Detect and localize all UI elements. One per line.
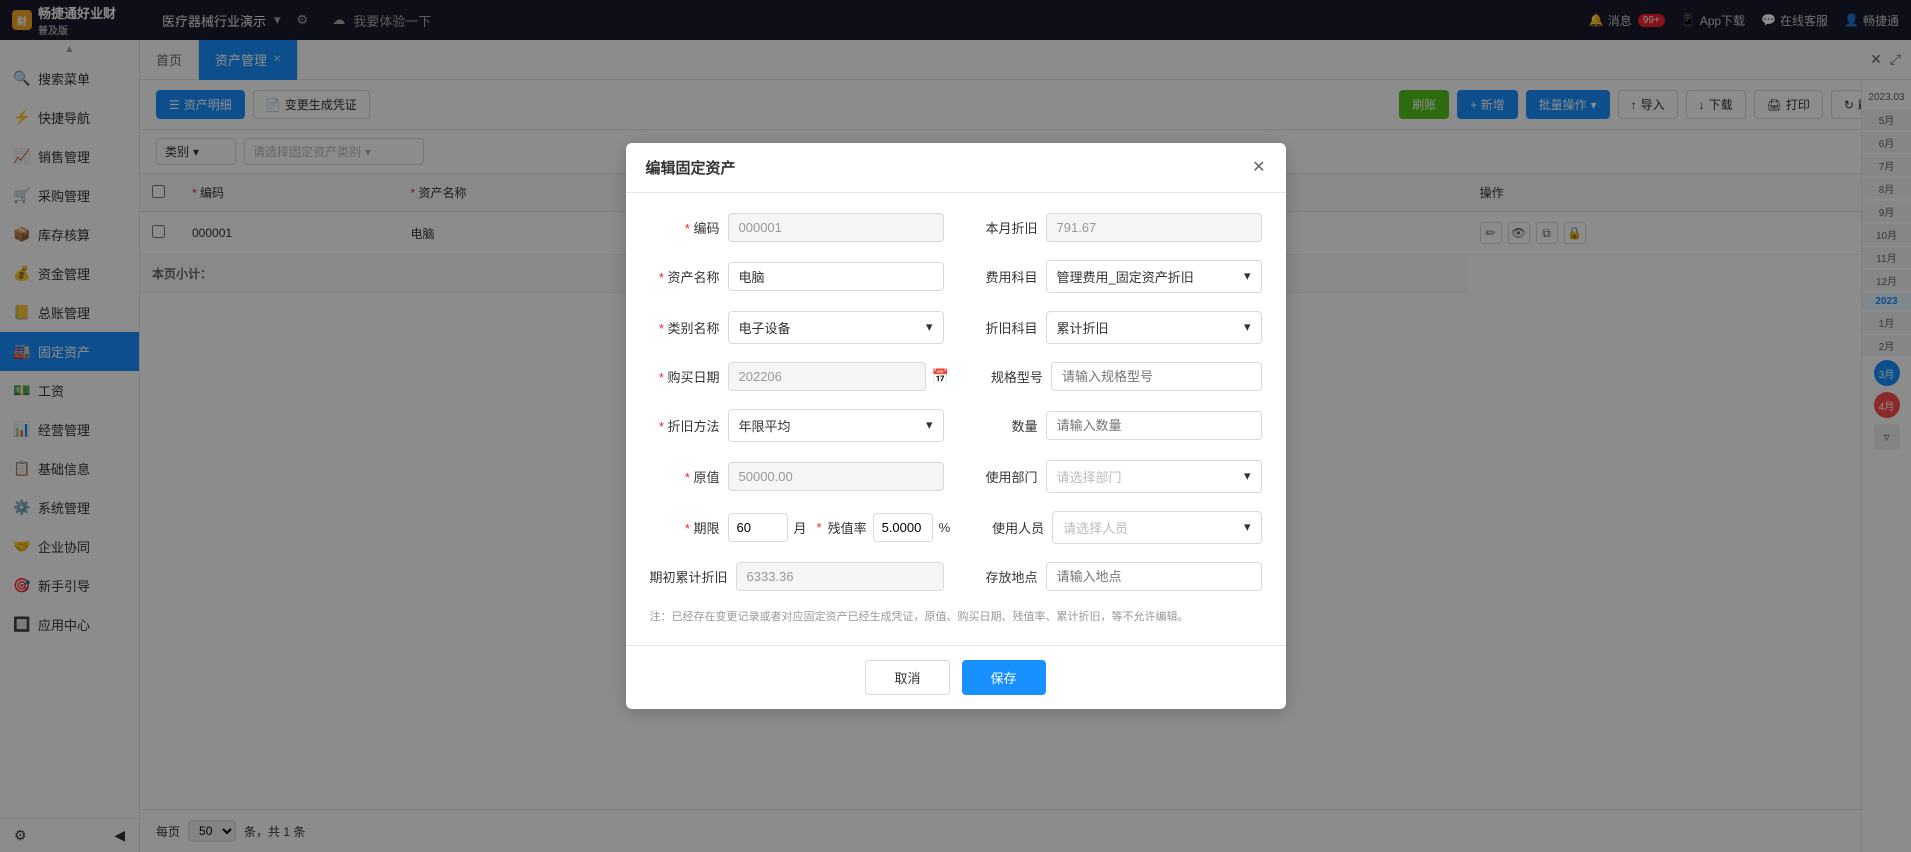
residual-rate-label: 残值率	[828, 518, 867, 537]
form-col-user: 使用人员 请选择人员 ▾	[974, 511, 1261, 544]
user-select[interactable]: 请选择人员 ▾	[1052, 511, 1261, 544]
form-col-asset-name: 资产名称	[650, 260, 944, 293]
dep-account-select[interactable]: 累计折旧 ▾	[1046, 311, 1262, 344]
original-value-label: 原值	[650, 467, 720, 486]
residual-rate-unit: %	[939, 520, 951, 535]
monthly-dep-label: 本月折旧	[968, 218, 1038, 237]
form-row-1: 编码 本月折旧	[650, 213, 1262, 242]
department-placeholder: 请选择部门	[1057, 467, 1122, 486]
expense-account-dropdown-icon: ▾	[1244, 268, 1251, 284]
modal-title: 编辑固定资产	[646, 157, 736, 178]
department-select[interactable]: 请选择部门 ▾	[1046, 460, 1262, 493]
user-dropdown-icon: ▾	[1244, 519, 1251, 535]
residual-rate-required-mark: *	[817, 520, 822, 535]
period-input	[728, 513, 788, 542]
category-label: 类别名称	[650, 318, 720, 337]
spec-input[interactable]	[1051, 362, 1262, 391]
spec-label: 规格型号	[973, 367, 1043, 386]
dep-account-label: 折旧科目	[968, 318, 1038, 337]
cancel-btn[interactable]: 取消	[865, 660, 949, 695]
form-col-dep-account: 折旧科目 累计折旧 ▾	[968, 311, 1262, 344]
form-col-period: 期限 月 * 残值率 %	[650, 511, 951, 544]
residual-rate-input	[873, 513, 933, 542]
asset-name-input[interactable]	[728, 262, 944, 291]
initial-dep-label: 期初累计折旧	[650, 567, 728, 586]
quantity-input[interactable]	[1046, 411, 1262, 440]
category-dropdown-icon: ▾	[926, 319, 933, 335]
quantity-label: 数量	[968, 416, 1038, 435]
calendar-icon[interactable]: 📅	[932, 368, 949, 385]
location-input[interactable]	[1046, 562, 1262, 591]
location-label: 存放地点	[968, 567, 1038, 586]
form-col-category: 类别名称 电子设备 ▾	[650, 311, 944, 344]
form-col-spec: 规格型号	[973, 362, 1262, 391]
form-col-dep-method: 折旧方法 年限平均 ▾	[650, 409, 944, 442]
form-row-5: 折旧方法 年限平均 ▾ 数量	[650, 409, 1262, 442]
expense-account-value: 管理费用_固定资产折旧	[1057, 267, 1194, 286]
modal-note: 注：已经存在变更记录或者对应固定资产已经生成凭证，原值、购买日期、残值率、累计折…	[650, 609, 1262, 626]
form-row-3: 类别名称 电子设备 ▾ 折旧科目 累计折旧 ▾	[650, 311, 1262, 344]
code-input[interactable]	[728, 213, 944, 242]
form-col-location: 存放地点	[968, 562, 1262, 591]
category-select[interactable]: 电子设备 ▾	[728, 311, 944, 344]
period-group: 月 * 残值率 %	[728, 513, 951, 542]
dep-account-dropdown-icon: ▾	[1244, 319, 1251, 335]
save-btn[interactable]: 保存	[962, 660, 1046, 695]
department-label: 使用部门	[968, 467, 1038, 486]
purchase-date-input	[728, 362, 926, 391]
form-row-8: 期初累计折旧 存放地点	[650, 562, 1262, 591]
department-dropdown-icon: ▾	[1244, 468, 1251, 484]
user-label: 使用人员	[974, 518, 1044, 537]
modal-footer: 取消 保存	[626, 645, 1286, 709]
initial-dep-input	[736, 562, 944, 591]
asset-name-label: 资产名称	[650, 267, 720, 286]
form-row-6: 原值 使用部门 请选择部门 ▾	[650, 460, 1262, 493]
form-col-purchase-date: 购买日期 📅	[650, 362, 949, 391]
form-col-expense-account: 费用科目 管理费用_固定资产折旧 ▾	[968, 260, 1262, 293]
form-col-code: 编码	[650, 213, 944, 242]
modal-header: 编辑固定资产 ✕	[626, 143, 1286, 193]
form-row-4: 购买日期 📅 规格型号	[650, 362, 1262, 391]
form-col-department: 使用部门 请选择部门 ▾	[968, 460, 1262, 493]
monthly-dep-input	[1046, 213, 1262, 242]
period-unit: 月	[794, 518, 807, 537]
original-value-input	[728, 462, 944, 491]
form-col-monthly-dep: 本月折旧	[968, 213, 1262, 242]
form-row-7: 期限 月 * 残值率 % 使用人员 请选择人员 ▾	[650, 511, 1262, 544]
category-value: 电子设备	[739, 318, 791, 337]
form-col-initial-dep: 期初累计折旧	[650, 562, 944, 591]
purchase-date-group: 📅	[728, 362, 949, 391]
dep-account-value: 累计折旧	[1057, 318, 1109, 337]
modal-body: 编码 本月折旧 资产名称 费用科目 管理费用_固定资产折旧	[626, 193, 1286, 646]
user-placeholder: 请选择人员	[1063, 518, 1128, 537]
dep-method-label: 折旧方法	[650, 416, 720, 435]
modal-overlay: 编辑固定资产 ✕ 编码 本月折旧 资产名称	[0, 0, 1911, 852]
form-col-original-value: 原值	[650, 460, 944, 493]
edit-asset-modal: 编辑固定资产 ✕ 编码 本月折旧 资产名称	[626, 143, 1286, 710]
modal-close-btn[interactable]: ✕	[1252, 157, 1265, 177]
dep-method-value: 年限平均	[739, 416, 791, 435]
period-label: 期限	[650, 518, 720, 537]
form-col-quantity: 数量	[968, 409, 1262, 442]
form-row-2: 资产名称 费用科目 管理费用_固定资产折旧 ▾	[650, 260, 1262, 293]
expense-account-select[interactable]: 管理费用_固定资产折旧 ▾	[1046, 260, 1262, 293]
purchase-date-label: 购买日期	[650, 367, 720, 386]
dep-method-select[interactable]: 年限平均 ▾	[728, 409, 944, 442]
code-label: 编码	[650, 218, 720, 237]
expense-account-label: 费用科目	[968, 267, 1038, 286]
dep-method-dropdown-icon: ▾	[926, 417, 933, 433]
